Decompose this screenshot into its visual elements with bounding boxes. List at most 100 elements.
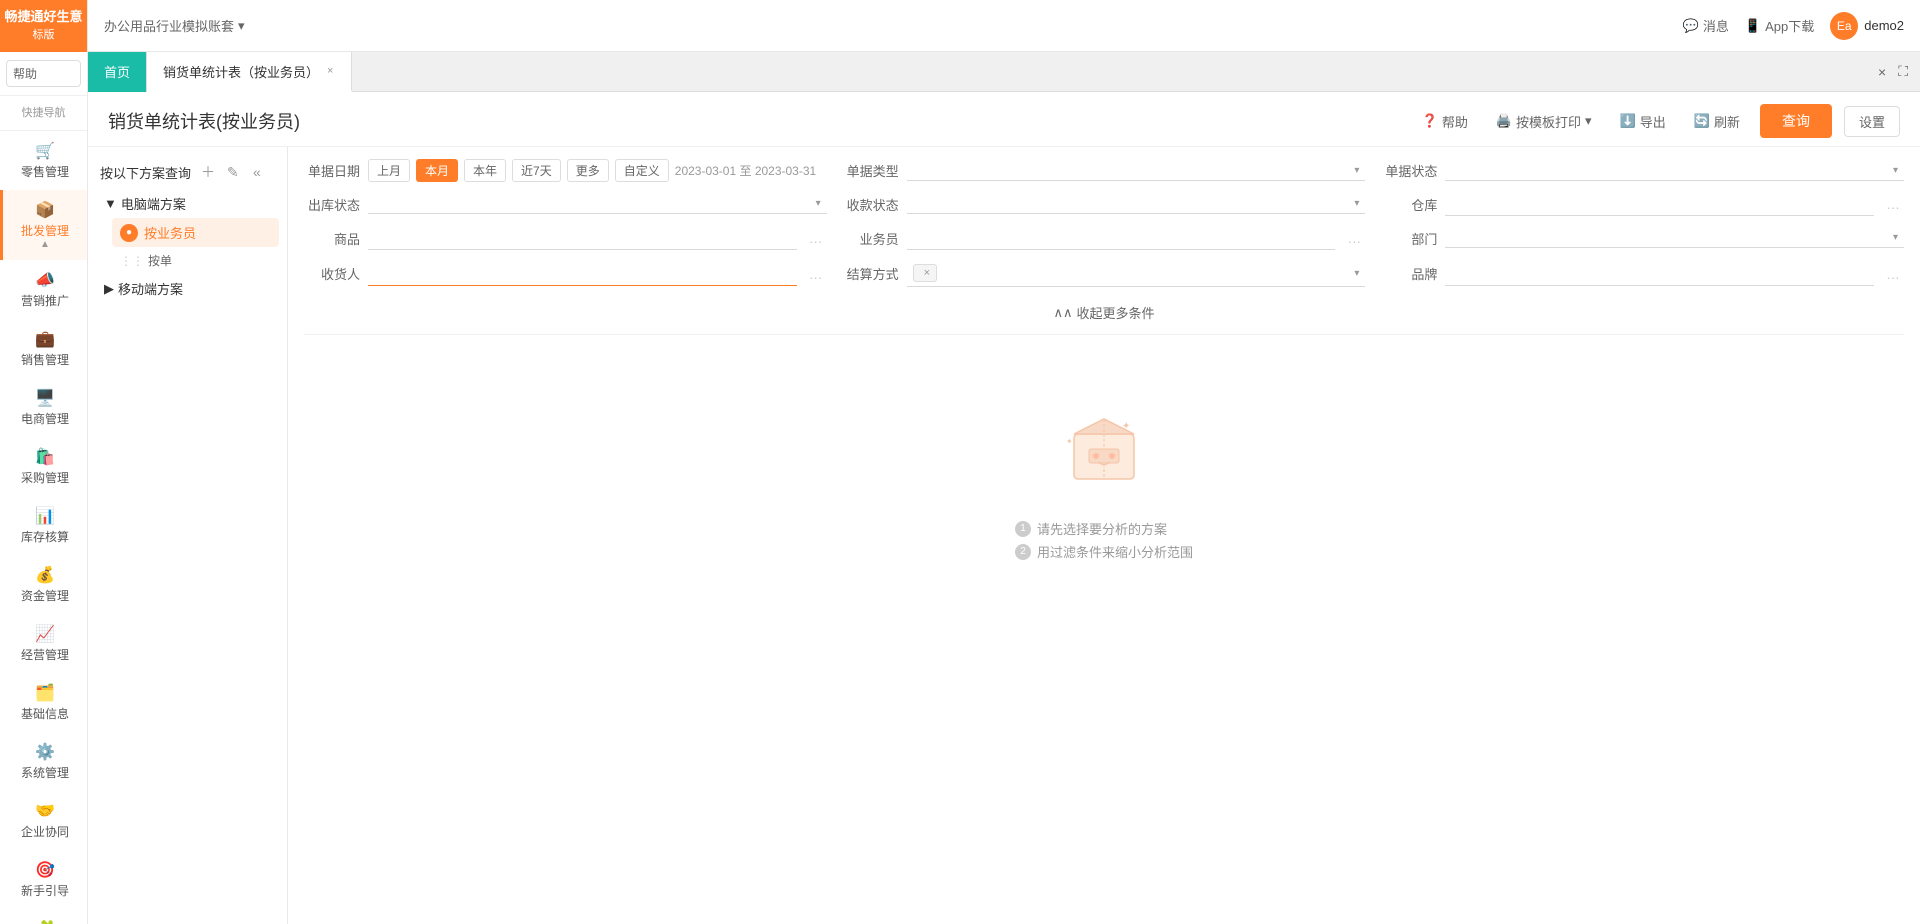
dept-select[interactable]: ▾ bbox=[1445, 228, 1904, 248]
date-range-display: 2023-03-01 至 2023-03-31 bbox=[675, 162, 816, 179]
sidebar-item-purchase[interactable]: 🛍️ 采购管理 bbox=[0, 437, 87, 496]
warehouse-dots[interactable]: … bbox=[1882, 196, 1904, 212]
print-template-button[interactable]: 🖨️ 按模板打印 ▾ bbox=[1488, 108, 1600, 135]
tree-expand-icon: ▼ bbox=[104, 196, 117, 211]
sidebar-item-purchase-label: 采购管理 bbox=[21, 469, 69, 486]
refresh-button[interactable]: 🔄 刷新 bbox=[1686, 108, 1748, 135]
sidebar-item-basic[interactable]: 🗂️ 基础信息 bbox=[0, 673, 87, 732]
step-1-text: 请先选择要分析的方案 bbox=[1037, 519, 1167, 538]
date-more[interactable]: 更多 bbox=[567, 159, 609, 182]
sub-indent-icon: ⋮⋮ bbox=[120, 254, 144, 268]
download-icon: 📱 bbox=[1745, 18, 1761, 34]
empty-steps: 1 请先选择要分析的方案 2 用过滤条件来缩小分析范围 bbox=[1015, 515, 1193, 565]
export-button[interactable]: ⬇️ 导出 bbox=[1612, 108, 1674, 135]
desktop-scheme-toggle[interactable]: ▼ 电脑端方案 bbox=[96, 189, 279, 218]
doc-status-arrow: ▾ bbox=[1893, 165, 1898, 176]
sidebar-item-sales-label: 销售管理 bbox=[21, 351, 69, 368]
tab-expand-button[interactable]: ⛶ bbox=[1894, 59, 1912, 84]
add-scheme-button[interactable]: ＋ bbox=[201, 161, 223, 183]
date-7days[interactable]: 近7天 bbox=[512, 159, 561, 182]
app-download-button[interactable]: 📱 App下载 bbox=[1745, 16, 1814, 35]
sidebar-item-system-label: 系统管理 bbox=[21, 764, 69, 781]
sidebar-item-sales[interactable]: 💼 销售管理 bbox=[0, 319, 87, 378]
tab-close-all-button[interactable]: × bbox=[1874, 60, 1890, 84]
tab-report[interactable]: 销货单统计表（按业务员） × bbox=[147, 52, 352, 92]
sidebar-item-enterprise[interactable]: 🤝 企业协同 bbox=[0, 791, 87, 850]
sidebar-item-newuser[interactable]: 🎯 新手引导 bbox=[0, 850, 87, 909]
doc-type-select[interactable]: ▾ bbox=[907, 161, 1366, 181]
receiver-input[interactable] bbox=[368, 262, 797, 286]
step-2-text: 用过滤条件来缩小分析范围 bbox=[1037, 542, 1193, 561]
wholesale-icon: 📦 bbox=[35, 200, 55, 220]
sidebar-item-ecommerce[interactable]: 🖥️ 电商管理 bbox=[0, 378, 87, 437]
add-icon: ＋ bbox=[201, 162, 223, 182]
edit-scheme-button[interactable]: ✎ bbox=[227, 161, 249, 183]
collapse-button[interactable]: ∧∧ 收起更多条件 bbox=[1053, 303, 1154, 322]
filter-row-2: 出库状态 ▾ 收款状态 ▾ bbox=[304, 192, 1904, 216]
date-this-year[interactable]: 本年 bbox=[464, 159, 506, 182]
help-button[interactable]: ❓ 帮助 bbox=[1414, 108, 1476, 135]
sidebar-item-marketing[interactable]: 📣 营销推广 bbox=[0, 260, 87, 319]
tab-home[interactable]: 首页 bbox=[88, 52, 147, 92]
settings-button[interactable]: 设置 bbox=[1844, 106, 1900, 137]
goods-input[interactable] bbox=[368, 226, 797, 250]
doc-status-select[interactable]: ▾ bbox=[1445, 161, 1904, 181]
out-status-arrow: ▾ bbox=[816, 198, 821, 209]
scheme-by-salesperson[interactable]: ● 按业务员 bbox=[112, 218, 279, 247]
tabbar: 首页 销货单统计表（按业务员） × × ⛶ bbox=[88, 52, 1920, 92]
basic-icon: 🗂️ bbox=[35, 683, 55, 703]
breadcrumb: 办公用品行业模拟账套 ▾ bbox=[104, 16, 1671, 35]
sidebar-item-finance[interactable]: 💰 资金管理 bbox=[0, 555, 87, 614]
help-icon: ❓ bbox=[1422, 113, 1438, 129]
collect-status-select[interactable]: ▾ bbox=[907, 194, 1366, 214]
enterprise-icon: 🤝 bbox=[35, 801, 55, 821]
filter-row-1: 单据日期 上月 本月 本年 近7天 更多 自定义 2023-03-01 至 20… bbox=[304, 159, 1904, 182]
sidebar-item-finance-label: 资金管理 bbox=[21, 587, 69, 604]
mobile-scheme-group: ▶ 移动端方案 bbox=[88, 274, 287, 303]
collapse-label: 收起更多条件 bbox=[1077, 303, 1155, 322]
out-status-select[interactable]: ▾ bbox=[368, 194, 827, 214]
mobile-scheme-toggle[interactable]: ▶ 移动端方案 bbox=[96, 274, 279, 303]
message-icon: 💬 bbox=[1683, 18, 1699, 34]
receiver-dots[interactable]: … bbox=[805, 266, 827, 282]
goods-dots[interactable]: … bbox=[805, 230, 827, 246]
out-status-label: 出库状态 bbox=[304, 195, 360, 214]
salesperson-input[interactable] bbox=[907, 226, 1336, 250]
settle-method-arrow: ▾ bbox=[1354, 268, 1359, 279]
message-button[interactable]: 💬 消息 bbox=[1683, 16, 1729, 35]
app-logo[interactable]: 畅捷通好生意 标版 bbox=[0, 0, 87, 52]
tab-report-close[interactable]: × bbox=[325, 64, 335, 78]
collapse-panel-button[interactable]: « bbox=[253, 161, 275, 183]
sidebar-item-wholesale-label: 批发管理 bbox=[21, 222, 69, 239]
settle-method-clear[interactable]: × bbox=[924, 267, 930, 279]
collect-status-label: 收款状态 bbox=[843, 195, 899, 214]
query-button[interactable]: 查询 bbox=[1760, 104, 1832, 138]
settle-method-tag: × bbox=[913, 264, 937, 282]
topbar-actions: 💬 消息 📱 App下载 Ea demo2 bbox=[1683, 12, 1904, 40]
desktop-scheme-children: ● 按业务员 ⋮⋮ 按单 bbox=[96, 218, 279, 274]
settle-method-select[interactable]: × ▾ bbox=[907, 260, 1366, 287]
sidebar-item-operation[interactable]: 📈 经营管理 bbox=[0, 614, 87, 673]
sidebar-item-stock[interactable]: 📊 库存核算 bbox=[0, 496, 87, 555]
sidebar-item-wholesale[interactable]: 📦 批发管理 ▲ bbox=[0, 190, 87, 260]
sidebar-item-retail[interactable]: 🛒 零售管理 bbox=[0, 131, 87, 190]
print-label: 按模板打印 bbox=[1516, 112, 1581, 131]
sidebar-item-appcenter[interactable]: 🧩 应用中心 bbox=[0, 909, 87, 924]
sidebar-item-system[interactable]: ⚙️ 系统管理 bbox=[0, 732, 87, 791]
sidebar-item-marketing-label: 营销推广 bbox=[21, 292, 69, 309]
date-custom[interactable]: 自定义 bbox=[615, 159, 669, 182]
warehouse-input[interactable] bbox=[1445, 192, 1874, 216]
dept-arrow: ▾ bbox=[1893, 232, 1898, 243]
quick-nav: 快捷导航 bbox=[0, 96, 87, 131]
date-this-month[interactable]: 本月 bbox=[416, 159, 458, 182]
user-menu[interactable]: Ea demo2 bbox=[1830, 12, 1904, 40]
scheme-by-order[interactable]: ⋮⋮ 按单 bbox=[112, 247, 279, 274]
sidebar-item-basic-label: 基础信息 bbox=[21, 705, 69, 722]
salesperson-dots[interactable]: … bbox=[1343, 230, 1365, 246]
dept-label: 部门 bbox=[1381, 229, 1437, 248]
date-prev-month[interactable]: 上月 bbox=[368, 159, 410, 182]
brand-input[interactable] bbox=[1445, 262, 1874, 286]
search-menu-button[interactable]: 帮助 bbox=[6, 60, 81, 87]
main-area: 办公用品行业模拟账套 ▾ 💬 消息 📱 App下载 Ea demo2 首页 bbox=[88, 0, 1920, 924]
brand-dots[interactable]: … bbox=[1882, 266, 1904, 282]
